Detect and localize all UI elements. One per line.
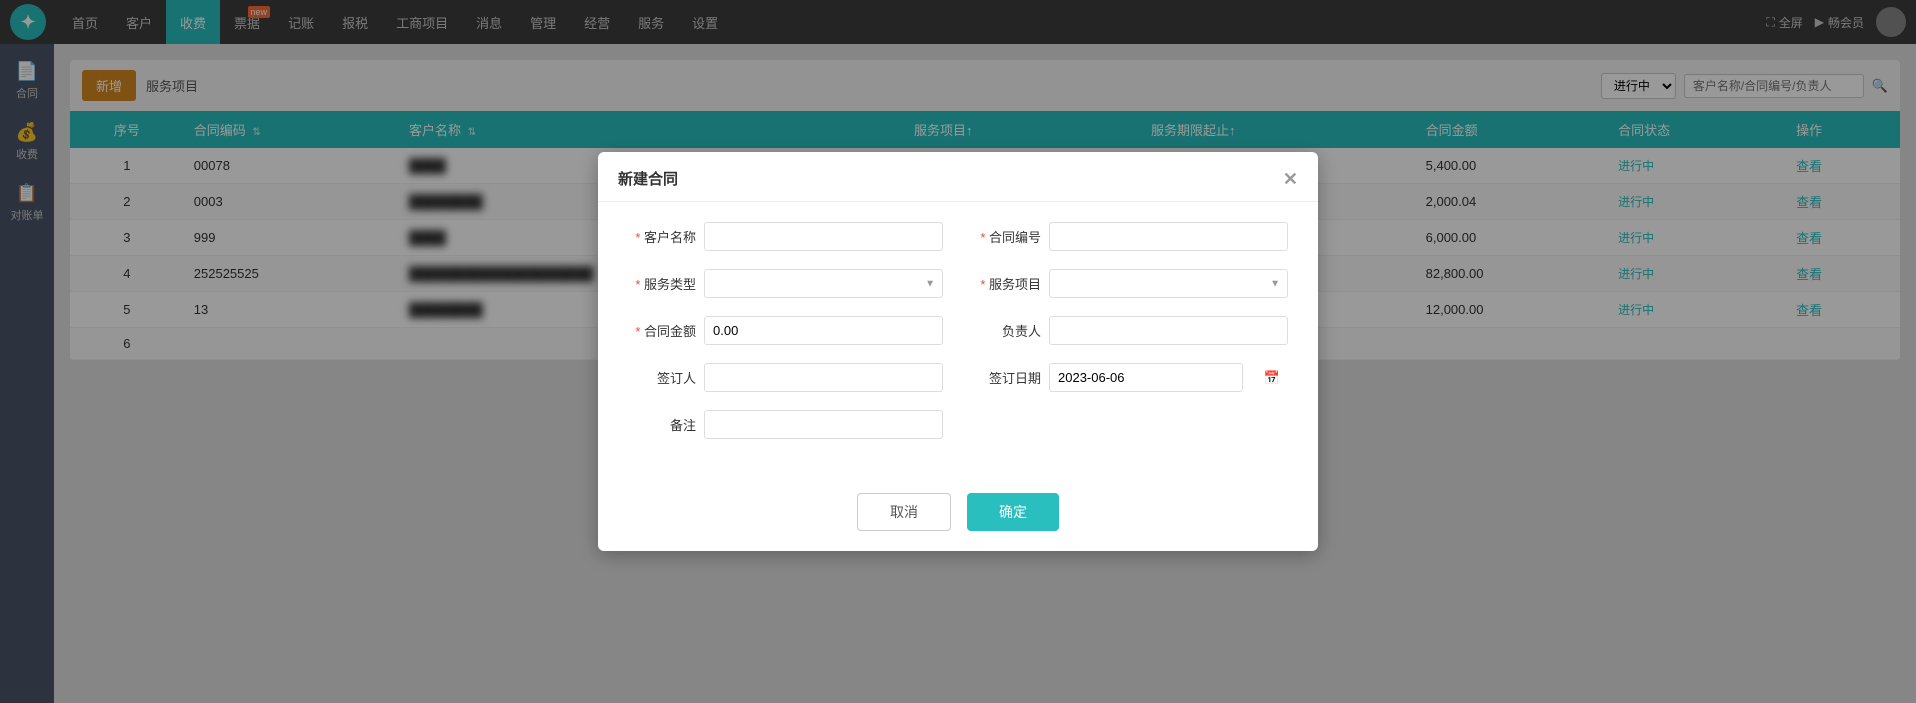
modal-title: 新建合同: [618, 168, 678, 189]
form-row-4: 签订人 签订日期 📅: [628, 363, 1288, 392]
responsible-person-label: 负责人: [973, 321, 1041, 340]
signatory-input[interactable]: [704, 363, 943, 392]
form-group-responsible: 负责人: [973, 316, 1288, 345]
contract-no-label: 合同编号: [973, 227, 1041, 246]
modal-dialog: 新建合同 ✕ 客户名称 合同编号 服务类型: [598, 152, 1318, 551]
cancel-button[interactable]: 取消: [857, 493, 951, 531]
form-row-2: 服务类型 ▼ 服务项目 ▼: [628, 269, 1288, 298]
remark-input[interactable]: [704, 410, 943, 439]
sign-date-label: 签订日期: [973, 368, 1041, 387]
form-group-signatory: 签订人: [628, 363, 943, 392]
form-group-sign-date: 签订日期 📅: [973, 363, 1288, 392]
sign-date-input[interactable]: [1049, 363, 1243, 392]
service-item-wrapper: ▼: [1049, 269, 1288, 298]
confirm-button[interactable]: 确定: [967, 493, 1059, 531]
form-row-1: 客户名称 合同编号: [628, 222, 1288, 251]
form-group-service-type: 服务类型 ▼: [628, 269, 943, 298]
service-item-select[interactable]: [1049, 269, 1288, 298]
form-row-3: 合同金额 负责人: [628, 316, 1288, 345]
remark-label: 备注: [628, 415, 696, 434]
service-type-label: 服务类型: [628, 274, 696, 293]
form-group-customer: 客户名称: [628, 222, 943, 251]
contract-no-input[interactable]: [1049, 222, 1288, 251]
service-item-form-label: 服务项目: [973, 274, 1041, 293]
form-group-remark: 备注: [628, 410, 943, 439]
modal-body: 客户名称 合同编号 服务类型 ▼ 服务项目: [598, 202, 1318, 477]
calendar-icon[interactable]: 📅: [1264, 370, 1280, 386]
modal-footer: 取消 确定: [598, 477, 1318, 551]
responsible-person-input[interactable]: [1049, 316, 1288, 345]
customer-name-label: 客户名称: [628, 227, 696, 246]
form-group-amount: 合同金额: [628, 316, 943, 345]
contract-amount-input[interactable]: [704, 316, 943, 345]
service-type-select[interactable]: [704, 269, 943, 298]
modal-header: 新建合同 ✕: [598, 152, 1318, 202]
customer-name-input[interactable]: [704, 222, 943, 251]
form-group-service-item: 服务项目 ▼: [973, 269, 1288, 298]
service-type-wrapper: ▼: [704, 269, 943, 298]
contract-amount-label: 合同金额: [628, 321, 696, 340]
signatory-label: 签订人: [628, 368, 696, 387]
close-button[interactable]: ✕: [1283, 170, 1298, 188]
form-row-5: 备注: [628, 410, 1288, 439]
modal-overlay[interactable]: 新建合同 ✕ 客户名称 合同编号 服务类型: [0, 0, 1916, 703]
date-wrapper: 📅: [1049, 363, 1288, 392]
form-group-contract-no: 合同编号: [973, 222, 1288, 251]
